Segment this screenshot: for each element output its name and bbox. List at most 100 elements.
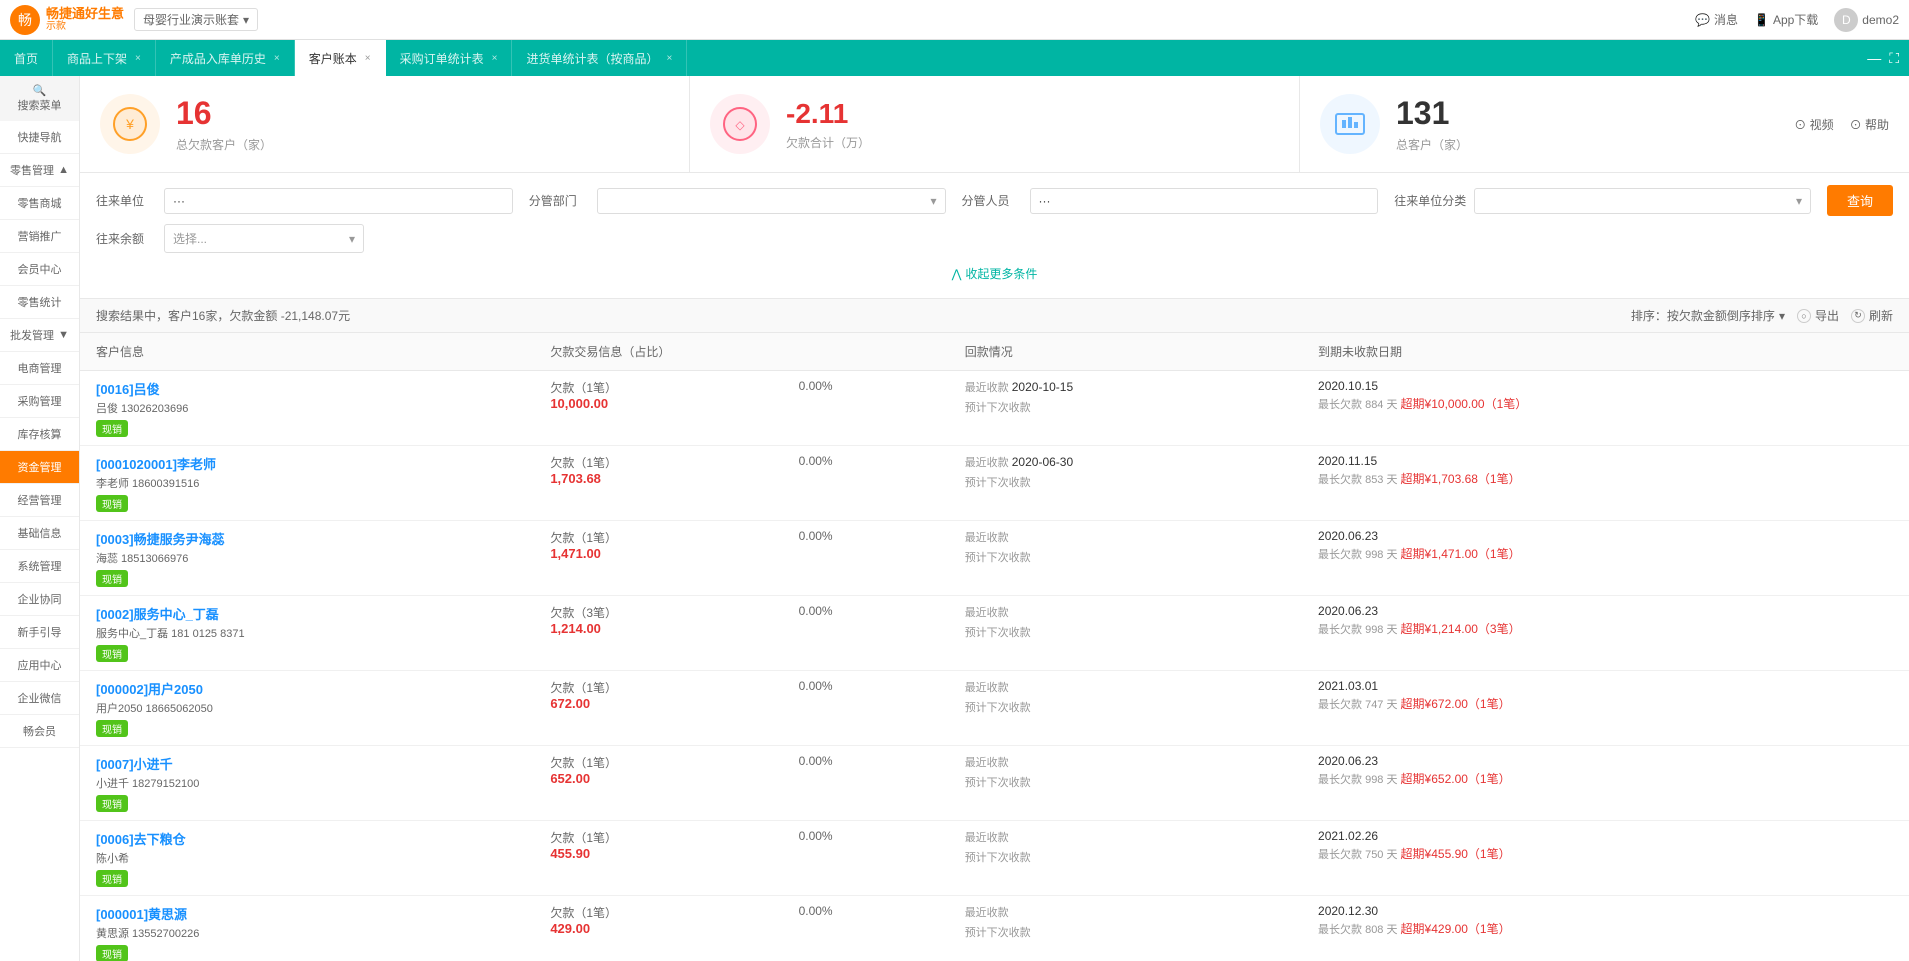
sidebar-search[interactable]: 🔍 搜索菜单 bbox=[0, 76, 79, 121]
sidebar-item-wholesale[interactable]: 批发管理 ▼ bbox=[0, 319, 79, 352]
tab-production-history[interactable]: 产成品入库单历史 × bbox=[156, 40, 295, 76]
overdue-amount[interactable]: 超期¥429.00（1笔） bbox=[1401, 922, 1511, 936]
debt-amount[interactable]: 10,000.00 bbox=[550, 396, 766, 411]
customer-info-cell: [0003]畅捷服务尹海蕊 海蕊 18513066976 现销 bbox=[80, 521, 534, 596]
search-button[interactable]: 查询 bbox=[1827, 185, 1893, 216]
sidebar-item-membership[interactable]: 畅会员 bbox=[0, 715, 79, 748]
close-icon[interactable]: × bbox=[274, 53, 280, 64]
refresh-button[interactable]: ↻ 刷新 bbox=[1851, 307, 1893, 324]
tab-purchase-stats[interactable]: 采购订单统计表 × bbox=[386, 40, 513, 76]
overdue-amount[interactable]: 超期¥652.00（1笔） bbox=[1401, 772, 1511, 786]
link-text[interactable]: 示款 bbox=[46, 21, 124, 33]
maximize-icon[interactable]: ⛶ bbox=[1889, 50, 1899, 67]
help-btn[interactable]: ⊙ 帮助 bbox=[1850, 116, 1889, 133]
overdue-amount[interactable]: 超期¥1,214.00（3笔） bbox=[1401, 622, 1521, 636]
sidebar-item-finance[interactable]: 资金管理 bbox=[0, 451, 79, 484]
overdue-amount[interactable]: 超期¥1,471.00（1笔） bbox=[1401, 547, 1521, 561]
filter-row-1: 往来单位 ··· 分管部门 ▾ 分管人员 bbox=[96, 185, 1893, 216]
tab-home[interactable]: 首页 bbox=[0, 40, 53, 76]
overdue-amount[interactable]: 超期¥10,000.00（1笔） bbox=[1401, 397, 1528, 411]
sort-button[interactable]: 排序：按欠款金额倒序排序 ▾ bbox=[1631, 307, 1785, 324]
sidebar-label: 采购管理 bbox=[18, 396, 62, 408]
recent-label: 最近收款 2020-06-30 bbox=[965, 454, 1286, 470]
close-icon[interactable]: × bbox=[365, 53, 371, 64]
export-button[interactable]: ○ 导出 bbox=[1797, 307, 1839, 324]
minimize-icon[interactable]: — bbox=[1867, 50, 1881, 66]
debt-label-cell: 欠款（1笔） 1,471.00 bbox=[534, 521, 782, 596]
debt-percent-cell: 0.00% bbox=[783, 596, 949, 671]
debt-percent-cell: 0.00% bbox=[783, 521, 949, 596]
user-name: demo2 bbox=[1862, 13, 1899, 27]
overdue-amount[interactable]: 超期¥672.00（1笔） bbox=[1401, 697, 1511, 711]
filter-item-category: 往来单位分类 ▾ bbox=[1394, 188, 1811, 214]
due-date: 2020.12.30 bbox=[1318, 904, 1893, 918]
sidebar-item-inventory[interactable]: 库存核算 bbox=[0, 418, 79, 451]
table-container: 客户信息 欠款交易信息（占比） 回款情况 到期未收款日期 [0016]吕俊 吕俊… bbox=[80, 333, 1909, 961]
customer-name[interactable]: [0007]小进千 bbox=[96, 754, 518, 773]
customer-name[interactable]: [0006]去下粮仓 bbox=[96, 829, 518, 848]
sidebar-item-guide[interactable]: 新手引导 bbox=[0, 616, 79, 649]
sidebar: 🔍 搜索菜单 快捷导航 零售管理 ▲ 零售商城 营销推广 会员中心 零售统计 批… bbox=[0, 76, 80, 961]
customer-name[interactable]: [000002]用户2050 bbox=[96, 679, 518, 698]
debt-amount[interactable]: 1,703.68 bbox=[550, 471, 766, 486]
sidebar-item-quick-nav[interactable]: 快捷导航 bbox=[0, 121, 79, 154]
customer-name[interactable]: [0001020001]李老师 bbox=[96, 454, 518, 473]
debt-amount[interactable]: 455.90 bbox=[550, 846, 766, 861]
collapse-btn[interactable]: ⋀ 收起更多条件 bbox=[96, 261, 1893, 286]
sidebar-item-retail-mgmt[interactable]: 零售管理 ▲ bbox=[0, 154, 79, 187]
customer-name[interactable]: [0002]服务中心_丁磊 bbox=[96, 604, 518, 623]
next-label: 预计下次收款 bbox=[965, 624, 1286, 640]
customer-name[interactable]: [0016]吕俊 bbox=[96, 379, 518, 398]
recent-label: 最近收款 bbox=[965, 529, 1286, 545]
tab-label: 客户账本 bbox=[309, 50, 357, 67]
sidebar-item-wechat[interactable]: 企业微信 bbox=[0, 682, 79, 715]
close-icon[interactable]: × bbox=[135, 53, 141, 64]
max-days: 最长欠款 747 天 超期¥672.00（1笔） bbox=[1318, 695, 1893, 712]
close-icon[interactable]: × bbox=[666, 53, 672, 64]
tab-label: 商品上下架 bbox=[67, 50, 127, 67]
next-label: 预计下次收款 bbox=[965, 849, 1286, 865]
filter-select-balance[interactable]: 选择... ▾ bbox=[164, 224, 364, 253]
filter-select-category[interactable]: ▾ bbox=[1474, 188, 1811, 214]
sidebar-item-retail-stats[interactable]: 零售统计 bbox=[0, 286, 79, 319]
filter-select-dept[interactable]: ▾ bbox=[597, 188, 946, 214]
debt-amount[interactable]: 1,471.00 bbox=[550, 546, 766, 561]
video-btn[interactable]: ⊙ 视频 bbox=[1794, 116, 1833, 133]
tab-customer-account[interactable]: 客户账本 × bbox=[295, 40, 386, 76]
filter-label-dept: 分管部门 bbox=[529, 192, 589, 209]
sidebar-item-purchase[interactable]: 采购管理 bbox=[0, 385, 79, 418]
overdue-amount[interactable]: 超期¥455.90（1笔） bbox=[1401, 847, 1511, 861]
sidebar-item-apps[interactable]: 应用中心 bbox=[0, 649, 79, 682]
sidebar-item-basic-info[interactable]: 基础信息 bbox=[0, 517, 79, 550]
close-icon[interactable]: × bbox=[492, 53, 498, 64]
store-arrow: ▾ bbox=[243, 13, 249, 27]
customer-name[interactable]: [0003]畅捷服务尹海蕊 bbox=[96, 529, 518, 548]
sidebar-item-retail-mall[interactable]: 零售商城 bbox=[0, 187, 79, 220]
filter-input-unit[interactable]: ··· bbox=[164, 188, 513, 214]
message-btn[interactable]: 💬 消息 bbox=[1695, 11, 1738, 28]
sidebar-item-system[interactable]: 系统管理 bbox=[0, 550, 79, 583]
debt-amount[interactable]: 672.00 bbox=[550, 696, 766, 711]
tab-product-listing[interactable]: 商品上下架 × bbox=[53, 40, 156, 76]
refresh-icon: ↻ bbox=[1851, 309, 1865, 323]
sidebar-label: 营销推广 bbox=[18, 231, 62, 243]
sidebar-item-marketing[interactable]: 营销推广 bbox=[0, 220, 79, 253]
sidebar-item-ecommerce[interactable]: 电商管理 bbox=[0, 352, 79, 385]
user-avatar-btn[interactable]: D demo2 bbox=[1834, 8, 1899, 32]
sidebar-item-members[interactable]: 会员中心 bbox=[0, 253, 79, 286]
store-selector[interactable]: 母婴行业演示账套 ▾ bbox=[134, 8, 258, 31]
debt-amount[interactable]: 429.00 bbox=[550, 921, 766, 936]
app-download-btn[interactable]: 📱 App下载 bbox=[1754, 11, 1818, 28]
sidebar-label: 零售统计 bbox=[18, 297, 62, 309]
sidebar-label: 基础信息 bbox=[18, 528, 62, 540]
tab-purchase-product-stats[interactable]: 进货单统计表（按商品） × bbox=[512, 40, 687, 76]
filter-input-person[interactable]: ··· bbox=[1030, 188, 1379, 214]
debt-amount[interactable]: 652.00 bbox=[550, 771, 766, 786]
sidebar-item-enterprise[interactable]: 企业协同 bbox=[0, 583, 79, 616]
stat-block-debt-customers: ¥ 16 总欠款客户（家） bbox=[80, 76, 690, 172]
top-bar-right: 💬 消息 📱 App下载 D demo2 bbox=[1695, 8, 1899, 32]
sidebar-item-operations[interactable]: 经营管理 bbox=[0, 484, 79, 517]
overdue-amount[interactable]: 超期¥1,703.68（1笔） bbox=[1401, 472, 1521, 486]
debt-amount[interactable]: 1,214.00 bbox=[550, 621, 766, 636]
customer-name[interactable]: [000001]黄思源 bbox=[96, 904, 518, 923]
